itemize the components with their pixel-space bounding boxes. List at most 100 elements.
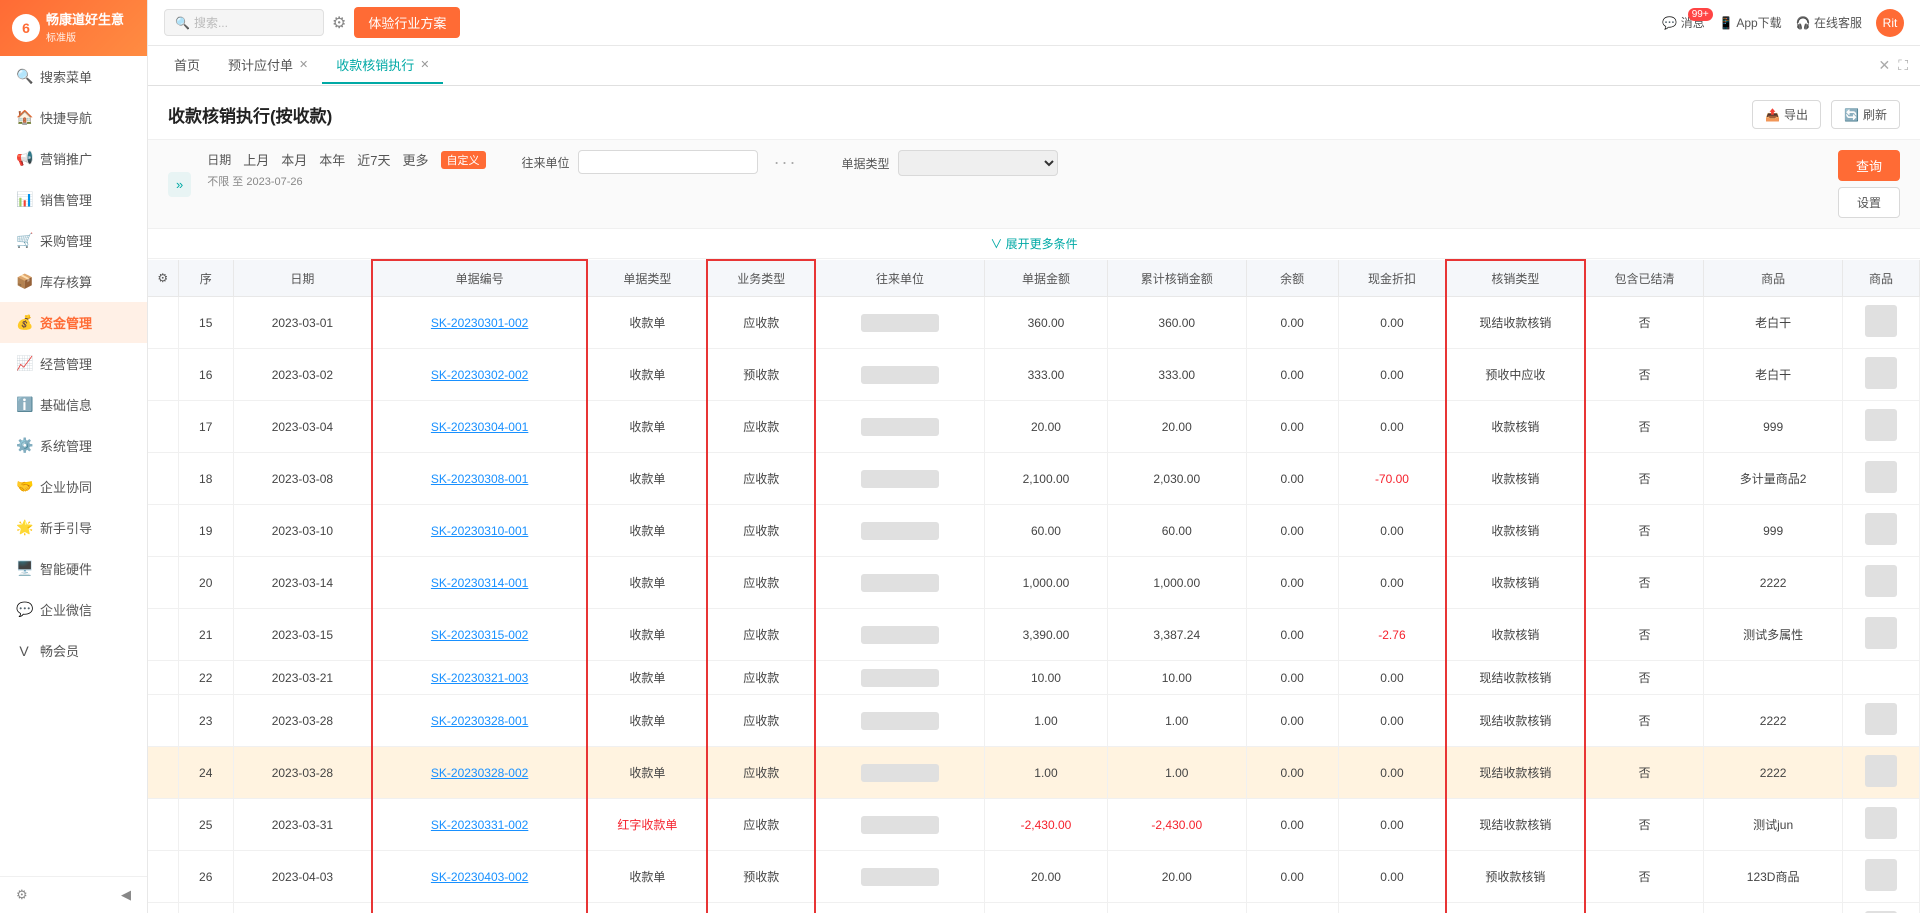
filter-doctype-select[interactable]: [898, 150, 1058, 176]
doc-link[interactable]: SK-20230328-002: [431, 766, 528, 780]
doc-link[interactable]: SK-20230403-002: [431, 870, 528, 884]
expand-more-bar[interactable]: ∨ 展开更多条件: [148, 229, 1920, 259]
messages-button[interactable]: 💬 消息 99+: [1662, 14, 1704, 31]
row-settings[interactable]: [148, 349, 178, 401]
row-settings[interactable]: [148, 297, 178, 349]
row-settings[interactable]: [148, 609, 178, 661]
table-cell: 2023-03-10: [233, 505, 372, 557]
tab-writeoff-close-icon[interactable]: ✕: [420, 58, 429, 71]
maximize-icon[interactable]: ⛶: [1898, 57, 1908, 74]
member-icon: V: [16, 643, 32, 659]
table-cell: 23: [178, 695, 233, 747]
doc-link[interactable]: SK-20230301-002: [431, 316, 528, 330]
table-cell[interactable]: SK-20230408-001: [372, 903, 587, 913]
tab-home[interactable]: 首页: [160, 47, 214, 84]
doc-link[interactable]: SK-20230302-002: [431, 368, 528, 382]
table-cell[interactable]: SK-20230403-002: [372, 851, 587, 903]
table-cell: 测试jun: [1704, 799, 1843, 851]
settings-icon[interactable]: ⚙: [16, 887, 28, 903]
doc-link[interactable]: SK-20230310-001: [431, 524, 528, 538]
online-service-button[interactable]: 🎧 在线客服: [1796, 14, 1862, 31]
row-settings[interactable]: [148, 453, 178, 505]
col-settings[interactable]: ⚙: [148, 260, 178, 297]
query-button[interactable]: 查询: [1838, 150, 1900, 181]
table-cell: 21: [178, 609, 233, 661]
tab-writeoff[interactable]: 收款核销执行 ✕: [322, 47, 443, 84]
table-cell[interactable]: SK-20230310-001: [372, 505, 587, 557]
filter-expand-button[interactable]: »: [168, 172, 191, 197]
table-cell[interactable]: SK-20230304-001: [372, 401, 587, 453]
filter-dots[interactable]: ···: [774, 152, 798, 173]
sidebar-item-search[interactable]: 🔍搜索菜单: [0, 56, 147, 97]
sidebar-item-finance[interactable]: 💰资金管理: [0, 302, 147, 343]
table-cell: 否: [1585, 747, 1704, 799]
filter-more[interactable]: 更多: [403, 150, 429, 169]
search-placeholder: 搜索...: [194, 14, 228, 31]
table-cell: 收款单: [587, 557, 707, 609]
doc-link[interactable]: SK-20230315-002: [431, 628, 528, 642]
tab-pending-close-icon[interactable]: ✕: [299, 58, 308, 71]
table-cell: 收款单: [587, 453, 707, 505]
sidebar-item-purchase[interactable]: 🛒采购管理: [0, 220, 147, 261]
sidebar-item-inventory[interactable]: 📦库存核算: [0, 261, 147, 302]
collapse-icon[interactable]: ◀: [121, 887, 131, 903]
close-all-tabs-icon[interactable]: ✕: [1878, 57, 1890, 74]
table-cell: 0.00: [1246, 297, 1338, 349]
row-settings[interactable]: [148, 851, 178, 903]
sidebar-item-quick[interactable]: 🏠快捷导航: [0, 97, 147, 138]
row-settings[interactable]: [148, 401, 178, 453]
sidebar-item-corp[interactable]: 🤝企业协同: [0, 466, 147, 507]
filter-this-year[interactable]: 本年: [319, 150, 345, 169]
tab-pending[interactable]: 预计应付单 ✕: [214, 47, 322, 84]
doc-link[interactable]: SK-20230321-003: [431, 671, 528, 685]
filter-last-month[interactable]: 上月: [243, 150, 269, 169]
row-settings[interactable]: [148, 903, 178, 913]
filter-last7days[interactable]: 近7天: [357, 150, 390, 169]
table-cell[interactable]: SK-20230328-001: [372, 695, 587, 747]
refresh-button[interactable]: 🔄 刷新: [1831, 100, 1900, 129]
sidebar-label-basic: 基础信息: [40, 395, 92, 414]
table-cell[interactable]: SK-20230331-002: [372, 799, 587, 851]
user-avatar[interactable]: Rit: [1876, 9, 1904, 37]
app-download-button[interactable]: 📱 App下载: [1719, 14, 1782, 31]
doc-link[interactable]: SK-20230328-001: [431, 714, 528, 728]
sidebar-item-system[interactable]: ⚙️系统管理: [0, 425, 147, 466]
topbar-gear-icon[interactable]: ⚙: [332, 13, 346, 33]
row-settings[interactable]: [148, 799, 178, 851]
sidebar-item-basic[interactable]: ℹ️基础信息: [0, 384, 147, 425]
messages-badge: 99+: [1688, 8, 1713, 21]
table-cell[interactable]: SK-20230328-002: [372, 747, 587, 799]
row-settings[interactable]: [148, 695, 178, 747]
row-settings[interactable]: [148, 557, 178, 609]
sidebar-item-marketing[interactable]: 📢营销推广: [0, 138, 147, 179]
sidebar-item-guide[interactable]: 🌟新手引导: [0, 507, 147, 548]
table-cell[interactable]: SK-20230301-002: [372, 297, 587, 349]
filter-this-month[interactable]: 本月: [281, 150, 307, 169]
doc-link[interactable]: SK-20230331-002: [431, 818, 528, 832]
export-button[interactable]: 📤 导出: [1752, 100, 1821, 129]
filter-custom-button[interactable]: 自定义: [441, 151, 486, 169]
sidebar-item-hardware[interactable]: 🖥️智能硬件: [0, 548, 147, 589]
row-settings[interactable]: [148, 661, 178, 695]
sidebar-item-sales[interactable]: 📊销售管理: [0, 179, 147, 220]
doc-link[interactable]: SK-20230314-001: [431, 576, 528, 590]
col-partner: 往来单位: [815, 260, 984, 297]
doc-link[interactable]: SK-20230308-001: [431, 472, 528, 486]
system-icon: ⚙️: [16, 437, 32, 454]
table-cell[interactable]: SK-20230315-002: [372, 609, 587, 661]
table-cell[interactable]: SK-20230321-003: [372, 661, 587, 695]
filter-partner-input[interactable]: [578, 150, 758, 174]
row-settings[interactable]: [148, 505, 178, 557]
table-cell: 2023-03-08: [233, 453, 372, 505]
table-cell[interactable]: SK-20230308-001: [372, 453, 587, 505]
table-cell[interactable]: SK-20230302-002: [372, 349, 587, 401]
row-settings[interactable]: [148, 747, 178, 799]
setting-button[interactable]: 设置: [1838, 187, 1900, 218]
industry-solution-button[interactable]: 体验行业方案: [354, 7, 460, 38]
doc-link[interactable]: SK-20230304-001: [431, 420, 528, 434]
table-cell[interactable]: SK-20230314-001: [372, 557, 587, 609]
table-cell: 20.00: [1108, 851, 1247, 903]
sidebar-item-member[interactable]: V畅会员: [0, 630, 147, 671]
sidebar-item-wechat[interactable]: 💬企业微信: [0, 589, 147, 630]
sidebar-item-operation[interactable]: 📈经营管理: [0, 343, 147, 384]
